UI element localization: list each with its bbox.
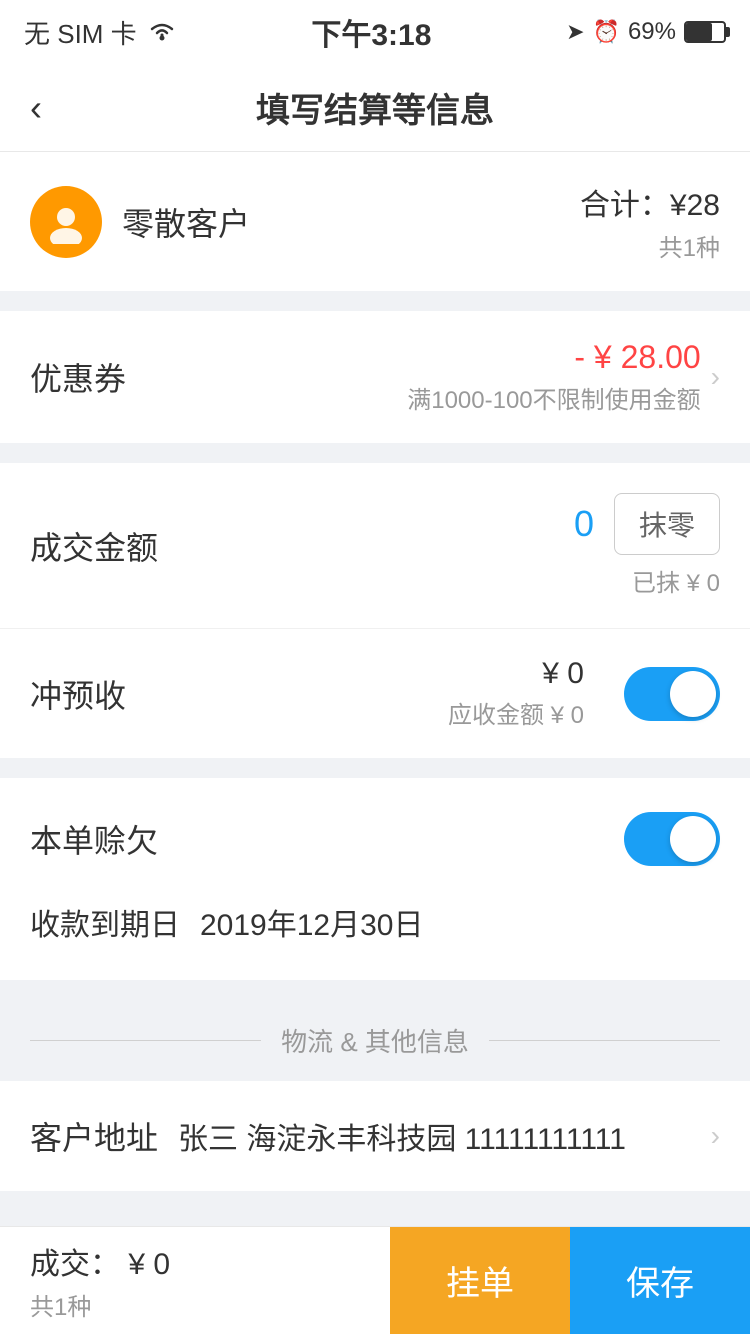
status-bar: 无 SIM 卡 下午3:18 ➤ ⏰ 69% <box>0 0 750 64</box>
customer-row: 零散客户 合计：¥28 共1种 <box>0 152 750 291</box>
customer-left: 零散客户 <box>30 186 250 258</box>
coupon-right: - ¥ 28.00 满1000-100不限制使用金额 › <box>407 339 720 415</box>
address-section[interactable]: 客户地址 张三 海淀永丰科技园 11111111111 › <box>0 1081 750 1191</box>
debt-toggle-knob <box>670 816 716 862</box>
divider-line-right <box>489 1040 720 1041</box>
status-right: ➤ ⏰ 69% <box>566 18 726 46</box>
alarm-icon: ⏰ <box>593 19 620 45</box>
prepay-info: ¥ 0 应收金额 ¥ 0 <box>448 657 584 730</box>
due-date-row: 收款到期日 2019年12月30日 <box>0 900 750 980</box>
prepay-label: 冲预收 <box>30 671 126 717</box>
divider-line-left <box>30 1040 261 1041</box>
debt-toggle[interactable] <box>624 812 720 866</box>
address-value: 张三 海淀永丰科技园 11111111111 <box>178 1114 701 1158</box>
bottom-bar: 成交： ¥ 0 共1种 挂单 保存 <box>0 1226 750 1334</box>
status-left: 无 SIM 卡 <box>24 14 177 51</box>
location-icon: ➤ <box>566 19 584 45</box>
bottom-summary-label: 成交： <box>30 1248 120 1281</box>
customer-name: 零散客户 <box>122 199 250 245</box>
transaction-amount-value: 0 <box>574 503 594 545</box>
coupon-info: - ¥ 28.00 满1000-100不限制使用金额 <box>407 339 700 415</box>
address-label: 客户地址 <box>30 1113 158 1159</box>
battery-icon <box>684 21 726 43</box>
bottom-summary: 成交： ¥ 0 共1种 <box>0 1239 390 1322</box>
battery-percent: 69% <box>628 18 676 46</box>
already-deducted-text: 已抹 ¥ 0 <box>632 563 720 598</box>
address-row: 客户地址 张三 海淀永丰科技园 11111111111 › <box>0 1081 750 1191</box>
avatar <box>30 186 102 258</box>
prepay-toggle[interactable] <box>624 667 720 721</box>
bottom-amount: 成交： ¥ 0 <box>30 1239 360 1283</box>
toggle-knob <box>670 671 716 717</box>
page-title: 填写结算等信息 <box>256 83 494 132</box>
due-date-label: 收款到期日 <box>30 900 180 944</box>
coupon-desc: 满1000-100不限制使用金额 <box>407 380 700 415</box>
round-button[interactable]: 抹零 <box>614 493 720 555</box>
coupon-chevron-icon: › <box>711 361 720 393</box>
debt-label: 本单赊欠 <box>30 816 158 862</box>
bottom-summary-amount: ¥ 0 <box>128 1248 170 1281</box>
customer-right: 合计：¥28 共1种 <box>580 180 720 263</box>
nav-bar: ‹ 填写结算等信息 <box>0 64 750 152</box>
coupon-discount: - ¥ 28.00 <box>407 339 700 376</box>
bottom-count: 共1种 <box>30 1287 360 1322</box>
debt-row: 本单赊欠 <box>0 778 750 900</box>
divider-section: 物流 & 其他信息 <box>0 1000 750 1081</box>
status-time: 下午3:18 <box>311 10 431 54</box>
transaction-section: 成交金额 0 抹零 已抹 ¥ 0 冲预收 ¥ 0 应收金额 ¥ 0 <box>0 463 750 758</box>
divider-text: 物流 & 其他信息 <box>261 1022 489 1059</box>
debt-section: 本单赊欠 收款到期日 2019年12月30日 <box>0 778 750 980</box>
prepay-amount: ¥ 0 <box>448 657 584 691</box>
hold-button[interactable]: 挂单 <box>390 1227 570 1334</box>
total-amount: 合计：¥28 <box>580 180 720 224</box>
transaction-amount-label: 成交金额 <box>30 523 158 569</box>
wifi-icon <box>147 17 177 48</box>
transaction-amount-right: 0 抹零 <box>574 493 720 555</box>
prepay-receivable: 应收金额 ¥ 0 <box>448 695 584 730</box>
coupon-row[interactable]: 优惠券 - ¥ 28.00 满1000-100不限制使用金额 › <box>0 311 750 443</box>
content: 零散客户 合计：¥28 共1种 优惠券 - ¥ 28.00 满1000-100不… <box>0 152 750 1331</box>
carrier-text: 无 SIM 卡 <box>24 14 137 51</box>
prepay-row: 冲预收 ¥ 0 应收金额 ¥ 0 <box>0 628 750 758</box>
back-button[interactable]: ‹ <box>30 87 42 129</box>
transaction-amount-row: 成交金额 0 抹零 已抹 ¥ 0 <box>0 463 750 628</box>
coupon-label: 优惠券 <box>30 354 126 400</box>
address-chevron-icon: › <box>711 1120 720 1152</box>
due-date-value: 2019年12月30日 <box>200 900 423 944</box>
save-button[interactable]: 保存 <box>570 1227 750 1334</box>
total-count: 共1种 <box>580 228 720 263</box>
